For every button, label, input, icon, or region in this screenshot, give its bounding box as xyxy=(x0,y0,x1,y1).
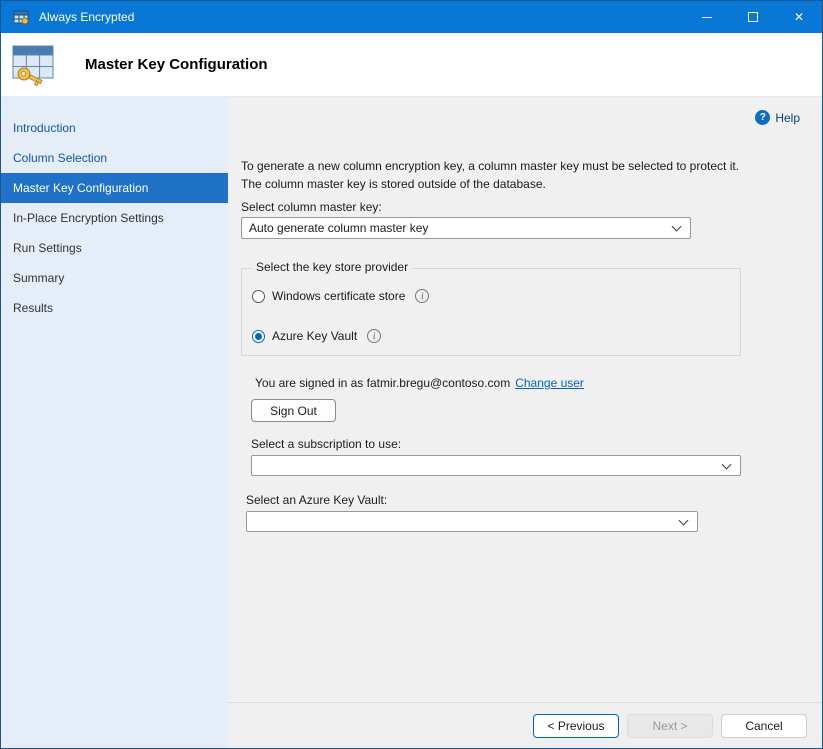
azure-key-vault-radio[interactable] xyxy=(252,330,265,343)
windows-certificate-store-radio[interactable] xyxy=(252,290,265,303)
windows-certificate-store-option[interactable]: Windows certificate store i xyxy=(252,289,429,303)
column-master-key-value: Auto generate column master key xyxy=(249,221,428,235)
subscription-label: Select a subscription to use: xyxy=(251,437,401,451)
azure-key-vault-label[interactable]: Azure Key Vault xyxy=(272,329,357,343)
close-button[interactable]: ✕ xyxy=(776,1,822,33)
sidebar-item-in-place-encryption-settings[interactable]: In-Place Encryption Settings xyxy=(1,203,228,233)
chevron-down-icon xyxy=(722,459,732,469)
close-icon: ✕ xyxy=(794,11,804,23)
signed-in-status: You are signed in as fatmir.bregu@contos… xyxy=(255,376,584,390)
wizard-body: Introduction Column Selection Master Key… xyxy=(1,97,822,748)
azure-key-vault-dropdown[interactable] xyxy=(246,511,698,532)
master-key-table-icon xyxy=(10,43,56,87)
change-user-link[interactable]: Change user xyxy=(515,376,584,390)
sign-out-button[interactable]: Sign Out xyxy=(251,399,336,422)
azure-key-vault-label: Select an Azure Key Vault: xyxy=(246,493,387,507)
windows-certificate-store-label[interactable]: Windows certificate store xyxy=(272,289,405,303)
sidebar-item-results[interactable]: Results xyxy=(1,293,228,323)
titlebar[interactable]: Always Encrypted ✕ xyxy=(1,1,822,33)
cancel-button[interactable]: Cancel xyxy=(721,714,807,738)
previous-button[interactable]: < Previous xyxy=(533,714,619,738)
minimize-button[interactable] xyxy=(684,1,730,33)
maximize-button[interactable] xyxy=(730,1,776,33)
chevron-down-icon xyxy=(679,515,689,525)
key-store-provider-group-title: Select the key store provider xyxy=(251,260,413,274)
minimize-icon xyxy=(702,17,712,18)
intro-text: To generate a new column encryption key,… xyxy=(241,157,755,193)
signed-in-text: You are signed in as fatmir.bregu@contos… xyxy=(255,376,510,390)
chevron-down-icon xyxy=(672,222,682,232)
help-label: Help xyxy=(775,111,800,125)
info-icon[interactable]: i xyxy=(367,329,381,343)
subscription-dropdown[interactable] xyxy=(251,455,741,476)
sidebar-item-run-settings[interactable]: Run Settings xyxy=(1,233,228,263)
master-key-label: Select column master key: xyxy=(241,200,382,214)
info-icon[interactable]: i xyxy=(415,289,429,303)
key-store-provider-group: Select the key store provider Windows ce… xyxy=(241,268,741,356)
window-title: Always Encrypted xyxy=(39,10,134,24)
sidebar-item-column-selection[interactable]: Column Selection xyxy=(1,143,228,173)
main-content: ? Help To generate a new column encrypti… xyxy=(228,97,822,748)
always-encrypted-wizard-window: Always Encrypted ✕ Master xyxy=(0,0,823,749)
page-title: Master Key Configuration xyxy=(85,56,268,73)
help-icon: ? xyxy=(755,110,770,125)
wizard-step-sidebar: Introduction Column Selection Master Key… xyxy=(1,97,228,748)
azure-key-vault-option[interactable]: Azure Key Vault i xyxy=(252,329,381,343)
column-master-key-dropdown[interactable]: Auto generate column master key xyxy=(241,217,691,239)
maximize-icon xyxy=(748,12,758,22)
app-icon xyxy=(13,9,29,25)
help-link[interactable]: ? Help xyxy=(755,110,800,125)
next-button[interactable]: Next > xyxy=(627,714,713,738)
wizard-header: Master Key Configuration xyxy=(1,33,822,97)
sidebar-item-master-key-configuration[interactable]: Master Key Configuration xyxy=(1,173,228,203)
sidebar-item-introduction[interactable]: Introduction xyxy=(1,113,228,143)
sidebar-item-summary[interactable]: Summary xyxy=(1,263,228,293)
window-controls: ✕ xyxy=(684,1,822,33)
wizard-footer: < Previous Next > Cancel xyxy=(228,702,822,748)
